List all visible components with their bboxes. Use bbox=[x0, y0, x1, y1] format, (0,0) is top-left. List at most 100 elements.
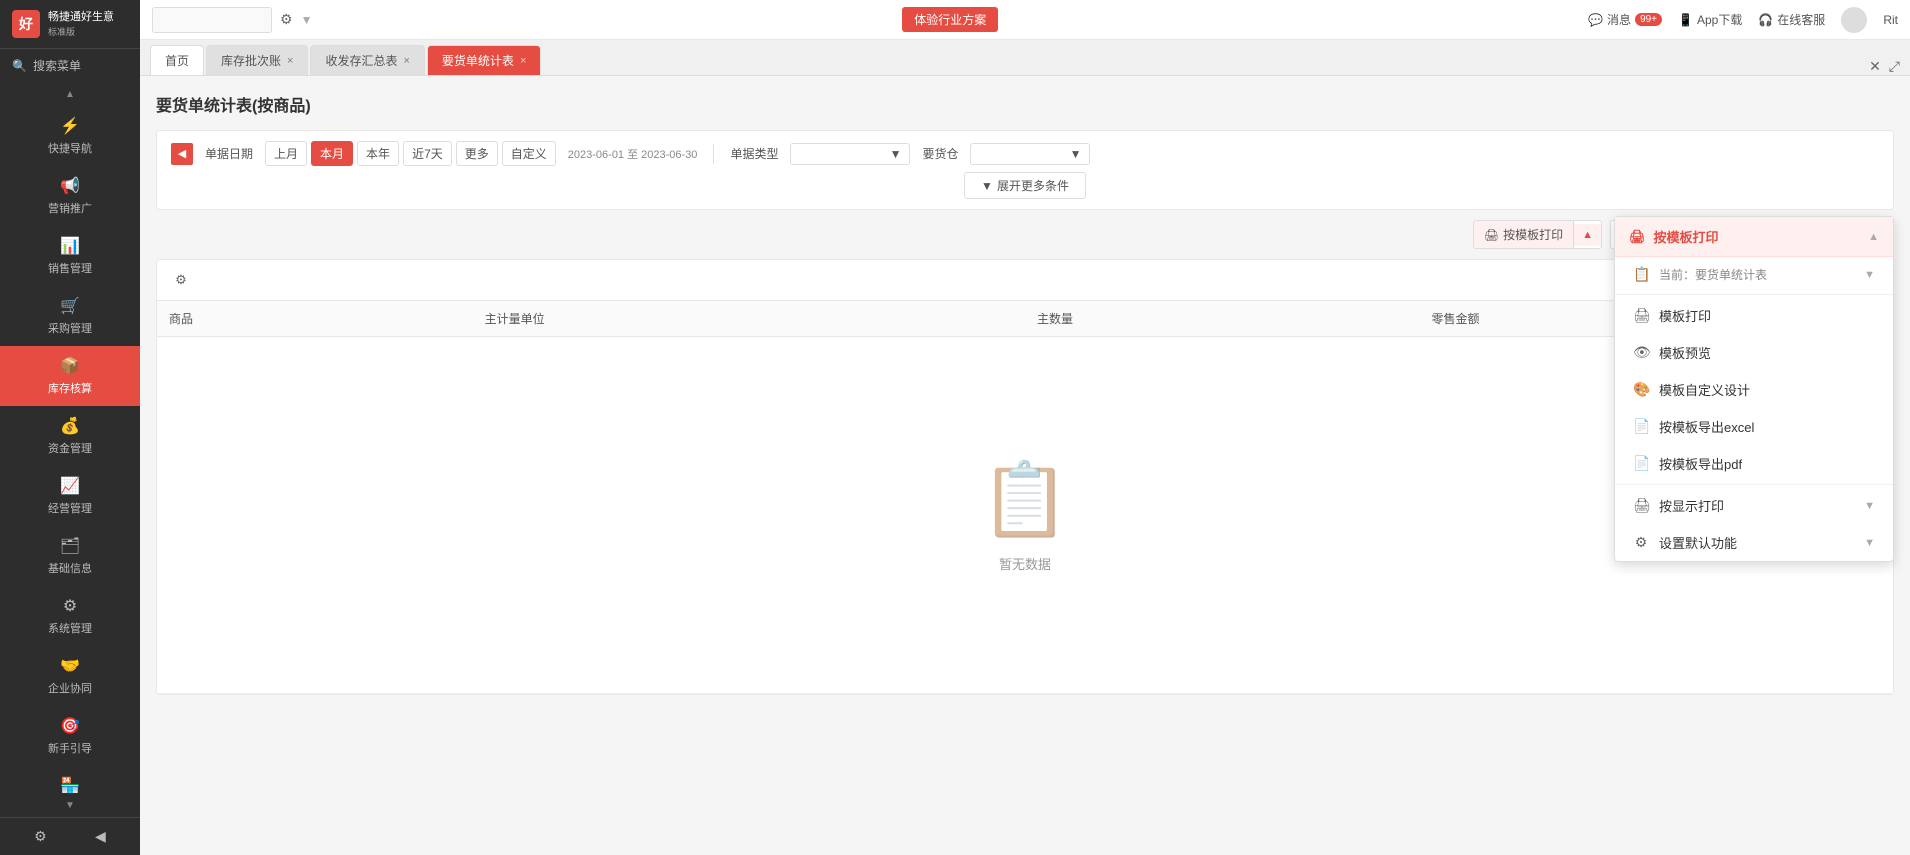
template-print-label: 按模板打印 bbox=[1503, 226, 1563, 243]
operation-icon: 📈 bbox=[60, 476, 80, 496]
sidebar-item-label: 企业协同 bbox=[48, 680, 92, 696]
tab-batch-account-close[interactable]: × bbox=[287, 55, 293, 67]
messages-badge: 99+ bbox=[1635, 13, 1662, 26]
messages-btn[interactable]: 💬 消息 99+ bbox=[1588, 11, 1662, 28]
sidebar-item-sales[interactable]: 📊 销售管理 bbox=[0, 226, 140, 286]
tabs-bar: 首页 库存批次账 × 收发存汇总表 × 要货单统计表 × ✕ ⤢ bbox=[140, 40, 1910, 76]
date-btn-last-month[interactable]: 上月 bbox=[265, 141, 307, 166]
template-design-item[interactable]: 🎨 模板自定义设计 bbox=[1615, 371, 1893, 408]
message-icon: 💬 bbox=[1588, 13, 1603, 27]
tab-order-stats-close[interactable]: × bbox=[520, 55, 526, 67]
sidebar-item-finance[interactable]: 💰 资金管理 bbox=[0, 406, 140, 466]
print-chevron-btn[interactable]: ▲ bbox=[1574, 224, 1601, 246]
topbar-dropdown-icon[interactable]: ▼ bbox=[301, 13, 313, 27]
export-excel-item[interactable]: 📄 按模板导出excel bbox=[1615, 408, 1893, 445]
filter-collapse-btn[interactable]: ◀ bbox=[171, 143, 193, 165]
date-btn-7days[interactable]: 近7天 bbox=[403, 141, 452, 166]
date-filter-label: 单据日期 bbox=[205, 145, 253, 162]
app-badge: 标准版 bbox=[48, 25, 114, 38]
current-template-label: 当前：要货单统计表 bbox=[1659, 266, 1767, 283]
app-logo-icon: 好 bbox=[12, 10, 40, 38]
tab-order-stats[interactable]: 要货单统计表 × bbox=[427, 45, 541, 75]
sidebar-item-basic[interactable]: 🗂 基础信息 bbox=[0, 526, 140, 586]
template-preview-item[interactable]: 👁 模板预览 bbox=[1615, 334, 1893, 371]
sidebar-item-operation[interactable]: 📈 经营管理 bbox=[0, 466, 140, 526]
sidebar-item-marketing[interactable]: 📢 营销推广 bbox=[0, 166, 140, 226]
sidebar-item-quick-nav[interactable]: ⚡ 快捷导航 bbox=[0, 106, 140, 166]
export-pdf-item[interactable]: 📄 按模板导出pdf bbox=[1615, 445, 1893, 482]
sidebar-item-label: 销售管理 bbox=[48, 260, 92, 276]
date-btn-current-year[interactable]: 本年 bbox=[357, 141, 399, 166]
doc-type-chevron-icon: ▼ bbox=[890, 147, 902, 161]
messages-label: 消息 bbox=[1607, 11, 1631, 28]
display-print-label: 按显示打印 bbox=[1659, 496, 1724, 515]
export-pdf-item-label: 按模板导出pdf bbox=[1659, 454, 1742, 473]
sidebar-item-purchase[interactable]: 🛒 采购管理 bbox=[0, 286, 140, 346]
finance-icon: 💰 bbox=[60, 416, 80, 436]
goods-type-label: 要货仓 bbox=[922, 145, 958, 162]
filter-divider bbox=[713, 144, 714, 164]
date-btn-current-month[interactable]: 本月 bbox=[311, 141, 353, 166]
tab-collect-summary-close[interactable]: × bbox=[403, 55, 409, 67]
sidebar-item-system[interactable]: ⚙ 系统管理 bbox=[0, 586, 140, 646]
scroll-up-btn[interactable]: ▲ bbox=[62, 84, 78, 104]
search-icon: 🔍 bbox=[12, 59, 27, 73]
goods-type-dropdown[interactable]: ▼ bbox=[970, 143, 1090, 165]
sidebar-collapse-btn[interactable]: ◀ bbox=[95, 828, 106, 845]
sidebar-item-inventory[interactable]: 📦 库存核算 bbox=[0, 346, 140, 406]
tab-collect-summary[interactable]: 收发存汇总表 × bbox=[310, 45, 424, 75]
expand-conditions-btn[interactable]: ▼ 展开更多条件 bbox=[964, 172, 1086, 199]
current-template-item[interactable]: 📋 当前：要货单统计表 ▼ bbox=[1615, 257, 1893, 292]
trial-btn[interactable]: 体验行业方案 bbox=[902, 7, 998, 32]
print-dropdown-header[interactable]: 🖨 按模板打印 ▲ bbox=[1615, 217, 1893, 257]
display-print-item[interactable]: 🖨 按显示打印 ▼ bbox=[1615, 487, 1893, 524]
user-avatar[interactable] bbox=[1841, 7, 1867, 33]
sidebar-item-label: 采购管理 bbox=[48, 320, 92, 336]
download-icon: 📱 bbox=[1678, 13, 1693, 27]
sales-icon: 📊 bbox=[60, 236, 80, 256]
main-content: ⚙ ▼ 体验行业方案 💬 消息 99+ 📱 App下载 🎧 在线客服 Rit 首 bbox=[140, 0, 1910, 855]
topbar-settings-icon[interactable]: ⚙ bbox=[280, 11, 293, 28]
doc-type-label: 单据类型 bbox=[730, 145, 778, 162]
set-default-item[interactable]: ⚙ 设置默认功能 ▼ bbox=[1615, 524, 1893, 561]
sidebar-item-label: 基础信息 bbox=[48, 560, 92, 576]
sidebar-item-apps[interactable]: 🏪 应用中心 bbox=[0, 766, 140, 793]
export-pdf-icon: 📄 bbox=[1633, 455, 1649, 472]
online-service-btn[interactable]: 🎧 在线客服 bbox=[1758, 11, 1825, 28]
sidebar-item-collab[interactable]: 🤝 企业协同 bbox=[0, 646, 140, 706]
tab-home[interactable]: 首页 bbox=[150, 45, 204, 75]
template-print-item[interactable]: 🖨 模板打印 bbox=[1615, 297, 1893, 334]
guide-icon: 🎯 bbox=[60, 716, 80, 736]
table-settings-btn[interactable]: ⚙ bbox=[169, 268, 193, 292]
empty-text: 暂无数据 bbox=[999, 554, 1051, 573]
template-print-btn[interactable]: 🖨 按模板打印 bbox=[1474, 221, 1574, 248]
export-excel-icon: 📄 bbox=[1633, 418, 1649, 435]
scroll-down-btn[interactable]: ▼ bbox=[62, 795, 78, 815]
sidebar-item-label: 快捷导航 bbox=[48, 140, 92, 156]
sidebar-nav: ⚡ 快捷导航 📢 营销推广 📊 销售管理 🛒 采购管理 📦 库存核算 💰 资金管… bbox=[0, 106, 140, 793]
dropdown-divider-1 bbox=[1615, 294, 1893, 295]
basic-icon: 🗂 bbox=[60, 536, 80, 556]
sidebar-item-guide[interactable]: 🎯 新手引导 bbox=[0, 706, 140, 766]
print-icon: 🖨 bbox=[1484, 228, 1499, 242]
empty-icon: 📋 bbox=[980, 457, 1070, 542]
tab-batch-account-label: 库存批次账 bbox=[221, 52, 281, 69]
date-filter-options: 上月 本月 本年 近7天 更多 自定义 bbox=[265, 141, 556, 166]
sidebar-item-label: 新手引导 bbox=[48, 740, 92, 756]
expand-label: 展开更多条件 bbox=[997, 177, 1069, 194]
sidebar-item-label: 库存核算 bbox=[48, 380, 92, 396]
sidebar-search[interactable]: 🔍 搜索菜单 bbox=[0, 49, 140, 82]
date-btn-custom[interactable]: 自定义 bbox=[502, 141, 556, 166]
date-btn-more[interactable]: 更多 bbox=[456, 141, 498, 166]
sidebar-item-label: 经营管理 bbox=[48, 500, 92, 516]
print-dropdown-panel: 🖨 按模板打印 ▲ 📋 当前：要货单统计表 ▼ 🖨 模板打印 👁 模板预览 bbox=[1614, 216, 1894, 562]
quick-nav-icon: ⚡ bbox=[60, 116, 80, 136]
topbar-search-input[interactable] bbox=[152, 7, 272, 33]
print-dropdown-header-icon: 🖨 bbox=[1629, 229, 1646, 245]
app-download-btn[interactable]: 📱 App下载 bbox=[1678, 11, 1742, 28]
sidebar-settings-btn[interactable]: ⚙ bbox=[34, 828, 47, 845]
tab-batch-account[interactable]: 库存批次账 × bbox=[206, 45, 308, 75]
window-expand-btn[interactable]: ⤢ bbox=[1889, 58, 1900, 75]
window-close-btn[interactable]: ✕ bbox=[1869, 58, 1881, 75]
doc-type-dropdown[interactable]: ▼ bbox=[790, 143, 910, 165]
